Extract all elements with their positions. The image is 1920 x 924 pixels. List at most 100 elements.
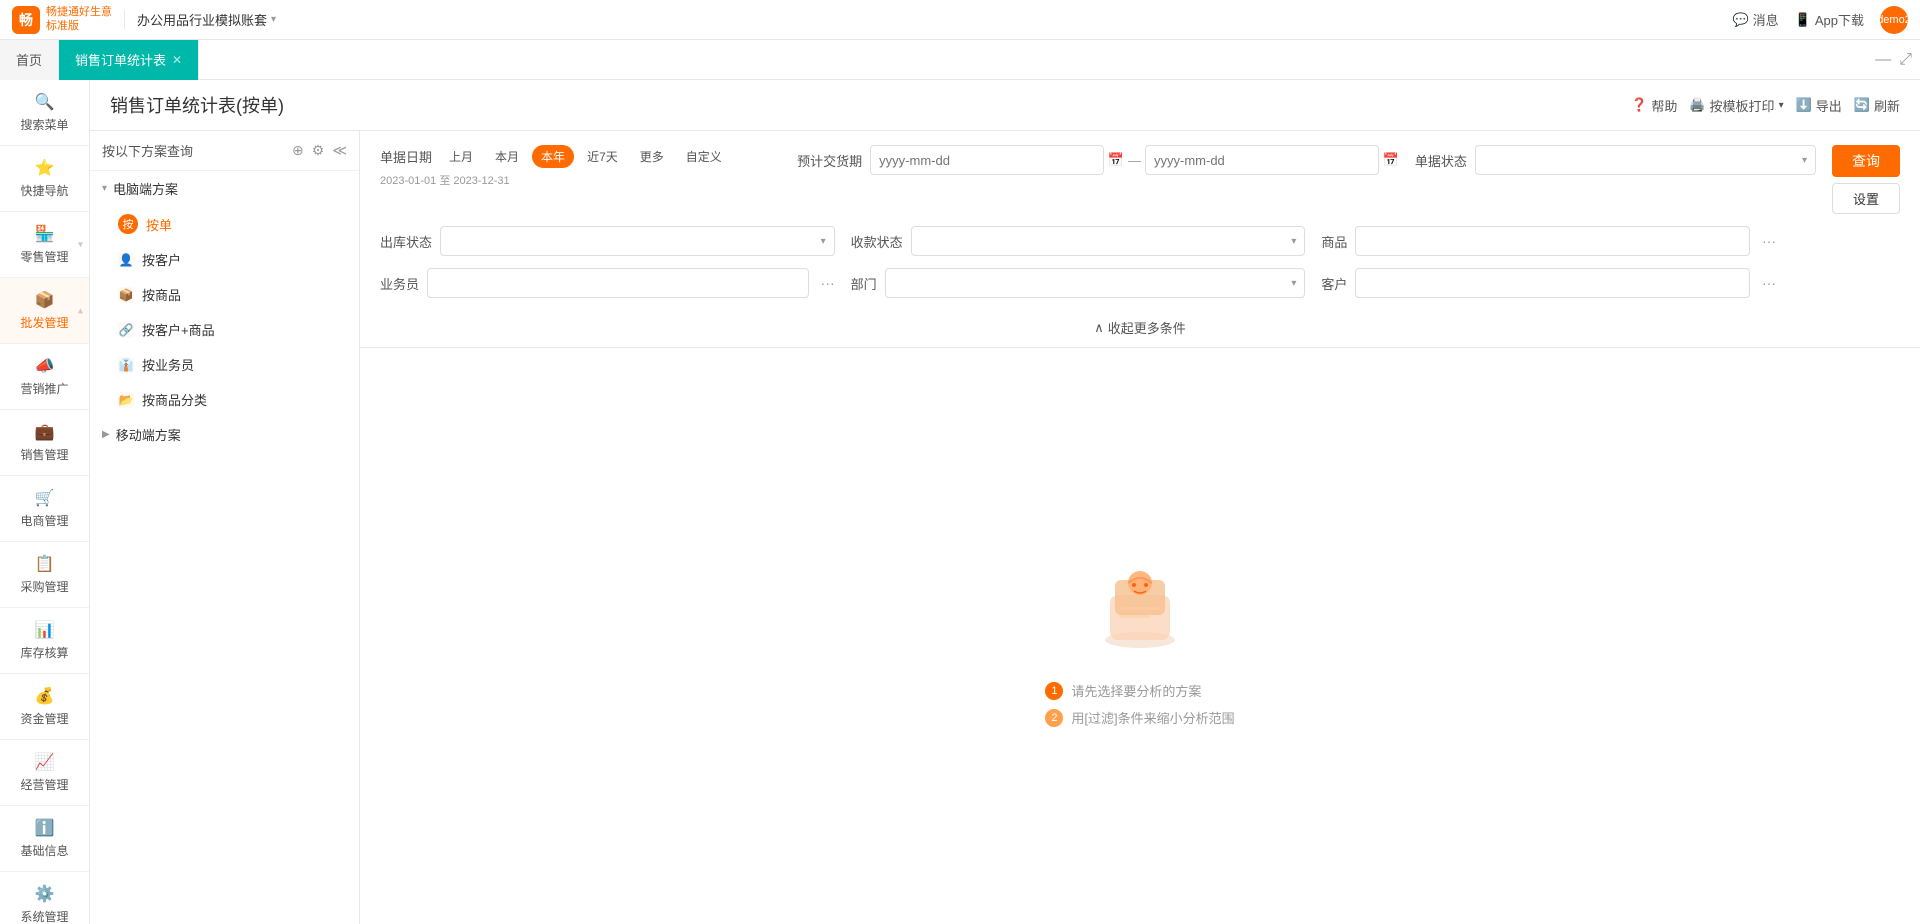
download-icon: 📱 [1795,12,1811,28]
delivery-from-input[interactable] [870,145,1104,175]
scheme-group-mobile: ▶ 移动端方案 [90,417,359,452]
add-scheme-icon[interactable]: ⊕ [292,142,304,159]
page-title: 销售订单统计表(按单) [110,92,284,130]
product-dots-icon[interactable]: ··· [1762,233,1776,249]
scheme-group-pc-header[interactable]: ▾ 电脑端方案 [90,171,359,206]
payment-chevron-icon: ▾ [1291,236,1296,247]
print-chevron-icon: ▾ [1779,100,1784,111]
payment-status-select[interactable]: ▾ [911,226,1306,256]
sidebar-item-inventory[interactable]: 📊 库存核算 [0,608,89,674]
sidebar-item-marketing[interactable]: 📣 营销推广 [0,344,89,410]
collapse-bar[interactable]: ∧ 收起更多条件 [360,308,1920,348]
tab-close-icon[interactable]: ✕ [172,53,182,67]
sidebar: 🔍 搜索菜单 ⭐ 快捷导航 🏪 零售管理 ▾ 📦 批发管理 ▴ 📣 营销推广 💼… [0,80,90,924]
sidebar-item-basic-info[interactable]: ℹ️ 基础信息 [0,806,89,872]
topbar: 畅 畅捷通好生意 标准版 办公用品行业模拟账套 ▾ 💬 消息 📱 App下载 d… [0,0,1920,40]
purchase-icon: 📋 [35,554,55,574]
chevron-down-icon: ▾ [271,14,276,25]
scheme-group-mobile-header[interactable]: ▶ 移动端方案 [90,417,359,452]
shipping-label: 出库状态 [380,232,432,251]
app-download-action[interactable]: 📱 App下载 [1795,10,1864,29]
doc-status-label: 单据状态 [1415,151,1467,170]
date-btn-this-year[interactable]: 本年 [532,145,574,168]
salesperson-input[interactable] [427,268,809,298]
help-button[interactable]: ❓ 帮助 [1631,96,1677,115]
scheme-item-by-salesperson[interactable]: 👔 按业务员 [90,347,359,382]
delivery-to-input[interactable] [1145,145,1379,175]
print-button[interactable]: 🖨️ 按模板打印 ▾ [1689,96,1783,115]
content-area: 销售订单统计表(按单) ❓ 帮助 🖨️ 按模板打印 ▾ ⬇️ 导出 🔄 刷新 [90,80,1920,924]
right-content: 单据日期 上月 本月 本年 近7天 更多 自定义 [360,131,1920,924]
sidebar-item-search[interactable]: 🔍 搜索菜单 [0,80,89,146]
scheme-panel-title: 按以下方案查询 [102,141,284,160]
department-filter-group: 部门 ▾ [851,268,1306,298]
refresh-button[interactable]: 🔄 刷新 [1854,96,1900,115]
sidebar-item-wholesale[interactable]: 📦 批发管理 ▴ [0,278,89,344]
date-btn-last-month[interactable]: 上月 [440,145,482,168]
print-icon: 🖨️ [1689,97,1705,113]
salesperson-dots-icon[interactable]: ··· [821,275,835,291]
sidebar-item-retail[interactable]: 🏪 零售管理 ▾ [0,212,89,278]
scheme-item-by-product[interactable]: 📦 按商品 [90,277,359,312]
doc-status-select[interactable]: ▾ [1475,145,1816,175]
sidebar-item-sales[interactable]: 💼 销售管理 [0,410,89,476]
empty-tip-1: 1 请先选择要分析的方案 [1045,681,1234,700]
scheme-category-icon: 📂 [118,392,134,408]
filter-section: 单据日期 上月 本月 本年 近7天 更多 自定义 [360,131,1920,308]
department-select[interactable]: ▾ [885,268,1306,298]
filter-left: 单据日期 上月 本月 本年 近7天 更多 自定义 [380,145,1900,308]
sidebar-item-system[interactable]: ⚙️ 系统管理 [0,872,89,924]
date-btn-7days[interactable]: 近7天 [578,145,627,168]
tip-num-1: 1 [1045,682,1063,700]
tab-minimize-icon[interactable]: — [1875,51,1891,69]
delivery-label: 预计交货期 [797,151,862,170]
scheme-product-icon: 📦 [118,287,134,303]
date-range-inputs: 2023-01-01 至 2023-12-31 [380,170,781,188]
scheme-item-by-order[interactable]: 按 按单 [90,206,359,242]
date-btn-more[interactable]: 更多 [631,145,673,168]
customer-dots-icon[interactable]: ··· [1762,275,1776,291]
product-input[interactable] [1355,226,1750,256]
scheme-cp-icon: 🔗 [118,322,134,338]
logo-area: 畅 畅捷通好生意 标准版 [12,6,112,34]
filter-row-2: 出库状态 ▾ 收款状态 [380,226,1900,256]
product-label: 商品 [1321,232,1347,251]
logo-text: 畅捷通好生意 标准版 [46,6,112,32]
marketing-icon: 📣 [35,356,55,376]
shipping-status-select[interactable]: ▾ [440,226,835,256]
page-actions: ❓ 帮助 🖨️ 按模板打印 ▾ ⬇️ 导出 🔄 刷新 [1631,96,1900,127]
tab-sales-order[interactable]: 销售订单统计表 ✕ [59,40,199,80]
scheme-item-by-customer[interactable]: 👤 按客户 [90,242,359,277]
customer-filter-group: 客户 ··· [1321,268,1776,298]
collapse-scheme-icon[interactable]: ≪ [332,142,347,159]
empty-tips: 1 请先选择要分析的方案 2 用[过滤]条件来缩小分析范围 [1045,681,1234,727]
doc-status-filter-group: 单据状态 ▾ [1415,145,1816,175]
scheme-item-by-category[interactable]: 📂 按商品分类 [90,382,359,417]
tab-expand-icon[interactable]: ⤢ [1899,51,1912,69]
export-button[interactable]: ⬇️ 导出 [1796,96,1842,115]
query-button[interactable]: 查询 [1832,145,1900,177]
sidebar-item-quick-nav[interactable]: ⭐ 快捷导航 [0,146,89,212]
sidebar-item-purchase[interactable]: 📋 采购管理 [0,542,89,608]
date-btn-custom[interactable]: 自定义 [677,145,731,168]
delivery-calendar2-icon: 📅 [1383,152,1399,168]
search-icon: 🔍 [35,92,55,112]
sidebar-item-ecommerce[interactable]: 🛒 电商管理 [0,476,89,542]
shipping-chevron-icon: ▾ [821,236,826,247]
refresh-icon: 🔄 [1854,97,1870,113]
settings-scheme-icon[interactable]: ⚙ [312,142,325,159]
settings-button[interactable]: 设置 [1832,183,1900,214]
doc-status-chevron-icon: ▾ [1802,155,1807,166]
app-selector[interactable]: 办公用品行业模拟账套 ▾ [124,10,276,29]
tabbar-controls: — ⤢ [1875,51,1920,69]
user-profile[interactable]: demo2 [1880,6,1908,34]
sidebar-item-operations[interactable]: 📈 经营管理 [0,740,89,806]
message-action[interactable]: 💬 消息 [1732,10,1778,29]
scheme-item-by-customer-product[interactable]: 🔗 按客户+商品 [90,312,359,347]
date-btn-this-month[interactable]: 本月 [486,145,528,168]
customer-input[interactable] [1355,268,1750,298]
export-icon: ⬇️ [1796,97,1812,113]
tab-home[interactable]: 首页 [0,40,59,80]
sidebar-item-finance[interactable]: 💰 资金管理 [0,674,89,740]
tip-num-2: 2 [1045,709,1063,727]
